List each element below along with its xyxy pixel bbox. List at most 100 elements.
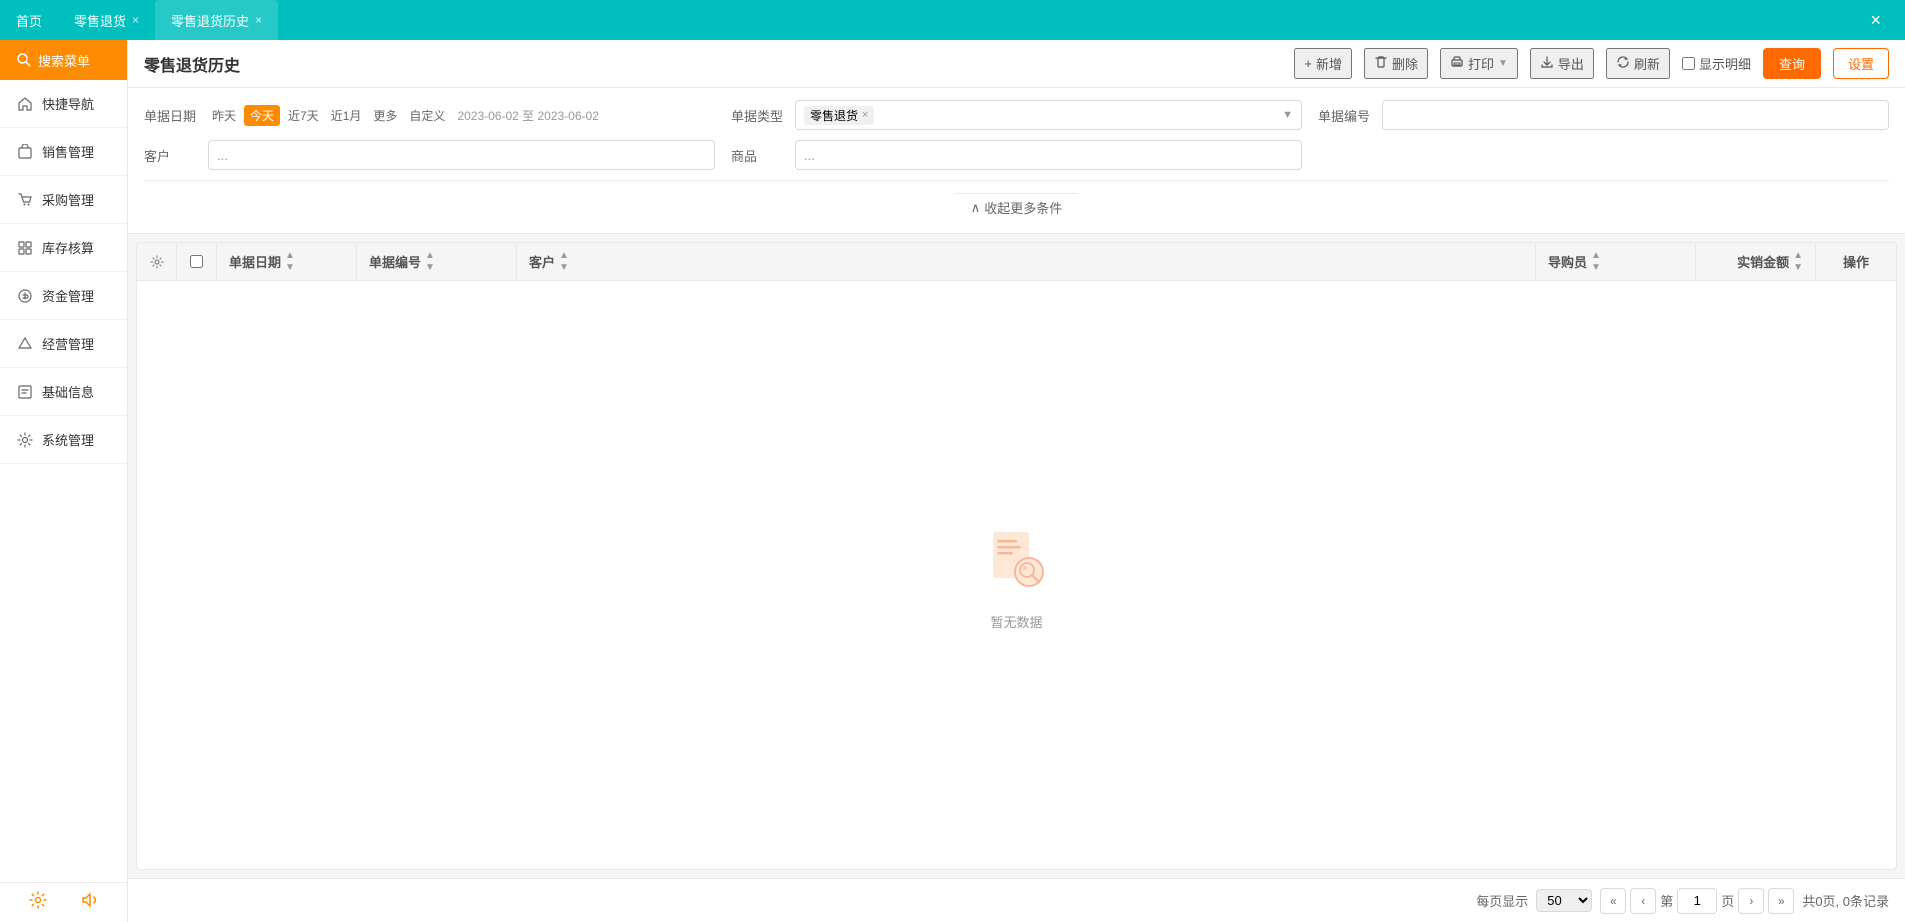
search-icon — [16, 52, 32, 68]
th-guide-sort[interactable]: ▲▼ — [1591, 250, 1601, 273]
tab-home[interactable]: 首页 — [0, 0, 58, 40]
sidebar-nav: 快捷导航 销售管理 采购管理 库存核算 — [0, 80, 127, 882]
empty-icon — [977, 520, 1057, 600]
operation-icon — [16, 335, 34, 353]
total-info: 共0页, 0条记录 — [1802, 891, 1889, 910]
date-filter-item: 单据日期 昨天 今天 近7天 近1月 更多 自定义 2023-06-02 至 2… — [144, 105, 715, 126]
new-button-label: 新增 — [1316, 54, 1342, 73]
refresh-button-label: 刷新 — [1634, 54, 1660, 73]
show-detail-input[interactable] — [1682, 57, 1695, 70]
voucher-num-label: 单据编号 — [1318, 106, 1374, 125]
settings-footer-button[interactable] — [29, 891, 47, 914]
th-guide-label: 导购员 — [1548, 252, 1587, 271]
new-button[interactable]: + 新增 — [1294, 48, 1352, 79]
select-all-checkbox[interactable] — [190, 255, 203, 268]
voucher-type-tag-close[interactable]: × — [862, 109, 868, 121]
date-opt-1month[interactable]: 近1月 — [327, 105, 366, 126]
tab-retail-return-history[interactable]: 零售退货历史 × — [155, 0, 278, 40]
basic-icon — [16, 383, 34, 401]
customer-select[interactable]: ... — [208, 140, 715, 170]
date-opt-today[interactable]: 今天 — [244, 105, 280, 126]
voucher-type-arrow: ▼ — [1282, 109, 1293, 121]
voucher-type-select[interactable]: 零售退货 × ▼ — [795, 100, 1302, 130]
inventory-icon — [16, 239, 34, 257]
th-date-sort[interactable]: ▲▼ — [285, 250, 295, 273]
print-button-label: 打印 — [1468, 54, 1494, 73]
th-amount-label: 实销金额 — [1737, 252, 1789, 271]
export-button[interactable]: 导出 — [1530, 48, 1594, 79]
sidebar-item-sales[interactable]: 销售管理 — [0, 128, 127, 176]
export-button-label: 导出 — [1558, 54, 1584, 73]
sidebar-item-inventory-label: 库存核算 — [42, 238, 94, 257]
sidebar-item-finance[interactable]: 资金管理 — [0, 272, 127, 320]
page-header: 零售退货历史 + 新增 删除 打印 ▼ — [128, 40, 1905, 88]
delete-button[interactable]: 删除 — [1364, 48, 1428, 79]
collapse-label: 收起更多条件 — [984, 198, 1062, 217]
collapse-button[interactable]: ∧ 收起更多条件 — [955, 193, 1079, 221]
sidebar-item-operation[interactable]: 经营管理 — [0, 320, 127, 368]
query-button[interactable]: 查询 — [1763, 48, 1821, 79]
filter-row-2: 客户 ... 商品 ... — [144, 140, 1889, 170]
voucher-type-filter-item: 单据类型 零售退货 × ▼ — [731, 100, 1302, 130]
date-opt-yesterday[interactable]: 昨天 — [208, 105, 240, 126]
sidebar-item-operation-label: 经营管理 — [42, 334, 94, 353]
tab-retail-return-history-close[interactable]: × — [255, 13, 262, 27]
date-opt-custom[interactable]: 自定义 — [405, 105, 449, 126]
th-num-sort[interactable]: ▲▼ — [425, 250, 435, 273]
last-page-button[interactable]: » — [1768, 888, 1794, 914]
th-num: 单据编号 ▲▼ — [357, 243, 517, 280]
sidebar-item-basic[interactable]: 基础信息 — [0, 368, 127, 416]
goods-filter-label: 商品 — [731, 146, 787, 165]
tab-home-label: 首页 — [16, 11, 42, 30]
tab-list: 首页 零售退货 × 零售退货历史 × — [0, 0, 1862, 40]
next-page-button[interactable]: › — [1738, 888, 1764, 914]
settings-button[interactable]: 设置 — [1833, 48, 1889, 79]
search-menu-button[interactable]: 搜索菜单 — [0, 40, 127, 80]
th-settings[interactable] — [137, 243, 177, 280]
th-amount-sort[interactable]: ▲▼ — [1793, 250, 1803, 273]
home-icon — [16, 95, 34, 113]
page-number-input[interactable] — [1677, 888, 1717, 914]
page-size-label: 每页显示 — [1476, 891, 1528, 910]
th-customer-sort[interactable]: ▲▼ — [559, 250, 569, 273]
sidebar-item-system[interactable]: 系统管理 — [0, 416, 127, 464]
sidebar-footer — [0, 882, 127, 922]
prev-page-button[interactable]: ‹ — [1630, 888, 1656, 914]
refresh-button[interactable]: 刷新 — [1606, 48, 1670, 79]
date-opt-7days[interactable]: 近7天 — [284, 105, 323, 126]
sidebar-item-purchase[interactable]: 采购管理 — [0, 176, 127, 224]
page-size-select[interactable]: 50 20 100 — [1536, 889, 1592, 912]
delete-button-label: 删除 — [1392, 54, 1418, 73]
date-opt-more[interactable]: 更多 — [369, 105, 401, 126]
show-detail-label: 显示明细 — [1699, 54, 1751, 73]
goods-select[interactable]: ... — [795, 140, 1302, 170]
sidebar-item-home[interactable]: 快捷导航 — [0, 80, 127, 128]
main-layout: 搜索菜单 快捷导航 销售管理 采购管理 — [0, 40, 1905, 922]
goods-placeholder: ... — [804, 148, 815, 163]
chevron-up-icon: ∧ — [971, 200, 981, 216]
voucher-num-input[interactable] — [1382, 100, 1889, 130]
date-filter-label: 单据日期 — [144, 106, 200, 125]
pagination: 每页显示 50 20 100 « ‹ 第 页 › » 共0页, 0条记录 — [128, 878, 1905, 922]
tab-retail-return-close[interactable]: × — [132, 13, 139, 27]
empty-text: 暂无数据 — [990, 612, 1042, 631]
sidebar-item-inventory[interactable]: 库存核算 — [0, 224, 127, 272]
th-date-label: 单据日期 — [229, 252, 281, 271]
show-detail-checkbox[interactable]: 显示明细 — [1682, 54, 1751, 73]
sidebar-item-sales-label: 销售管理 — [42, 142, 94, 161]
th-guide: 导购员 ▲▼ — [1536, 243, 1696, 280]
print-button[interactable]: 打印 ▼ — [1440, 48, 1518, 79]
refresh-icon — [1616, 55, 1630, 72]
voucher-type-tag-text: 零售退货 — [810, 107, 858, 124]
sidebar-item-finance-label: 资金管理 — [42, 286, 94, 305]
print-icon — [1450, 55, 1464, 72]
volume-footer-button[interactable] — [80, 891, 98, 914]
tab-retail-return[interactable]: 零售退货 × — [58, 0, 155, 40]
th-check[interactable] — [177, 243, 217, 280]
first-page-button[interactable]: « — [1600, 888, 1626, 914]
th-customer: 客户 ▲▼ — [517, 243, 1536, 280]
window-close-button[interactable]: × — [1862, 10, 1889, 31]
goods-filter-item: 商品 ... — [731, 140, 1302, 170]
th-op: 操作 — [1816, 243, 1896, 280]
empty-state: 暂无数据 — [137, 281, 1896, 869]
